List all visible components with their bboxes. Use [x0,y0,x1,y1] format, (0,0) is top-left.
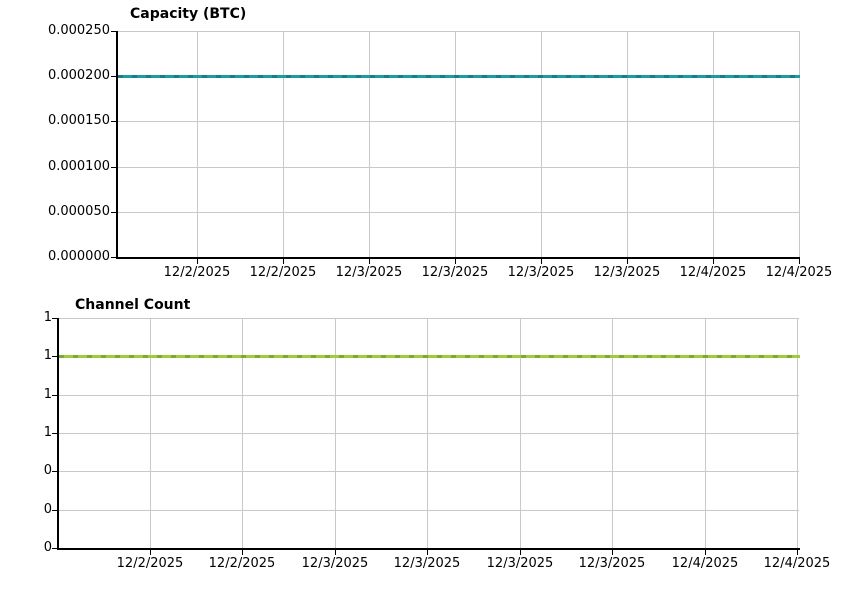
channel-count-plot-area: 1 1 1 1 0 0 0 12/2/2025 12/2/2025 12/3/2025 12/3/2… [0,0,860,600]
y-axis-tick-label: 1 [43,310,52,325]
y-gridline [59,395,799,396]
x-tick-mark [369,257,370,264]
x-gridline [799,31,800,257]
x-gridline [612,318,613,548]
x-tick-mark [705,548,706,555]
x-gridline [369,31,370,257]
x-tick-mark [427,548,428,555]
y-axis-tick-label: 0.000050 [47,204,110,219]
series-line [118,75,800,78]
y-gridline [59,356,799,357]
x-tick-mark [335,548,336,555]
x-axis-tick-label: 12/3/2025 [421,265,489,280]
x-gridline [242,318,243,548]
x-gridline [797,318,798,548]
y-tick-mark [52,548,59,549]
y-axis-tick-label: 0 [43,540,52,555]
y-gridline [118,167,799,168]
x-tick-mark [520,548,521,555]
y-tick-mark [111,76,118,77]
y-axis-line [57,318,59,550]
y-axis-tick-label: 1 [43,348,52,363]
charts-panel: Capacity (BTC) 0.000250 0.000200 0.000150 0… [0,0,860,600]
y-tick-mark [111,257,118,258]
x-gridline [627,31,628,257]
x-axis-tick-label: 12/3/2025 [486,556,554,571]
x-axis-line [116,257,800,259]
x-axis-line [57,548,800,550]
y-tick-mark [52,356,59,357]
x-axis-tick-label: 12/4/2025 [671,556,739,571]
x-axis-tick-label: 12/2/2025 [163,265,231,280]
x-axis-tick-label: 12/3/2025 [393,556,461,571]
x-axis-tick-label: 12/3/2025 [578,556,646,571]
x-gridline [150,318,151,548]
x-gridline [427,318,428,548]
x-tick-mark [713,257,714,264]
x-gridline [197,31,198,257]
series-line [59,355,800,358]
x-tick-mark [455,257,456,264]
y-gridline [59,318,799,319]
x-tick-mark [797,548,798,555]
x-gridline [455,31,456,257]
y-tick-mark [52,433,59,434]
x-tick-mark [799,257,800,264]
y-axis-tick-label: 0.000250 [47,23,110,38]
x-gridline [520,318,521,548]
y-tick-mark [111,167,118,168]
x-axis-tick-label: 12/4/2025 [679,265,747,280]
x-axis-tick-label: 12/3/2025 [335,265,403,280]
y-axis-tick-label: 1 [43,425,52,440]
y-axis-tick-label: 1 [43,387,52,402]
y-axis-tick-label: 0.000000 [47,249,110,264]
x-tick-mark [612,548,613,555]
x-tick-mark [242,548,243,555]
y-axis-tick-label: 0.000200 [47,68,110,83]
y-tick-mark [52,510,59,511]
x-axis-tick-label: 12/3/2025 [507,265,575,280]
x-tick-mark [541,257,542,264]
channel-count-chart-title: Channel Count [75,297,191,313]
capacity-btc-chart: Capacity (BTC) 0.000250 0.000200 0.000150 0… [0,0,860,600]
x-gridline [541,31,542,257]
y-axis-tick-label: 0.000100 [47,159,110,174]
y-tick-mark [111,121,118,122]
x-axis-tick-label: 12/2/2025 [249,265,317,280]
x-gridline [335,318,336,548]
y-gridline [118,121,799,122]
capacity-plot-area: 0.000250 0.000200 0.000150 0.000100 0.000050… [0,0,860,600]
y-tick-mark [52,318,59,319]
y-tick-mark [111,31,118,32]
x-axis-tick-label: 12/4/2025 [765,265,833,280]
y-gridline [59,510,799,511]
y-axis-tick-label: 0 [43,502,52,517]
x-gridline [283,31,284,257]
x-axis-tick-label: 12/3/2025 [301,556,369,571]
x-tick-mark [627,257,628,264]
x-axis-tick-label: 12/2/2025 [208,556,276,571]
y-axis-tick-label: 0 [43,463,52,478]
y-axis-line [116,31,118,259]
x-tick-mark [197,257,198,264]
y-gridline [59,433,799,434]
x-tick-mark [150,548,151,555]
x-gridline [713,31,714,257]
capacity-chart-title: Capacity (BTC) [130,6,247,22]
channel-count-chart: Channel Count 1 1 1 1 0 0 0 12/2/2025 12/2/2025 1… [0,0,860,600]
y-axis-tick-label: 0.000150 [47,113,110,128]
y-gridline [59,471,799,472]
y-tick-mark [52,395,59,396]
x-axis-tick-label: 12/4/2025 [763,556,831,571]
y-gridline [118,76,799,77]
y-tick-mark [52,471,59,472]
x-axis-tick-label: 12/2/2025 [116,556,184,571]
x-axis-tick-label: 12/3/2025 [593,265,661,280]
x-tick-mark [283,257,284,264]
y-gridline [118,212,799,213]
x-gridline [705,318,706,548]
y-gridline [118,31,799,32]
y-tick-mark [111,212,118,213]
